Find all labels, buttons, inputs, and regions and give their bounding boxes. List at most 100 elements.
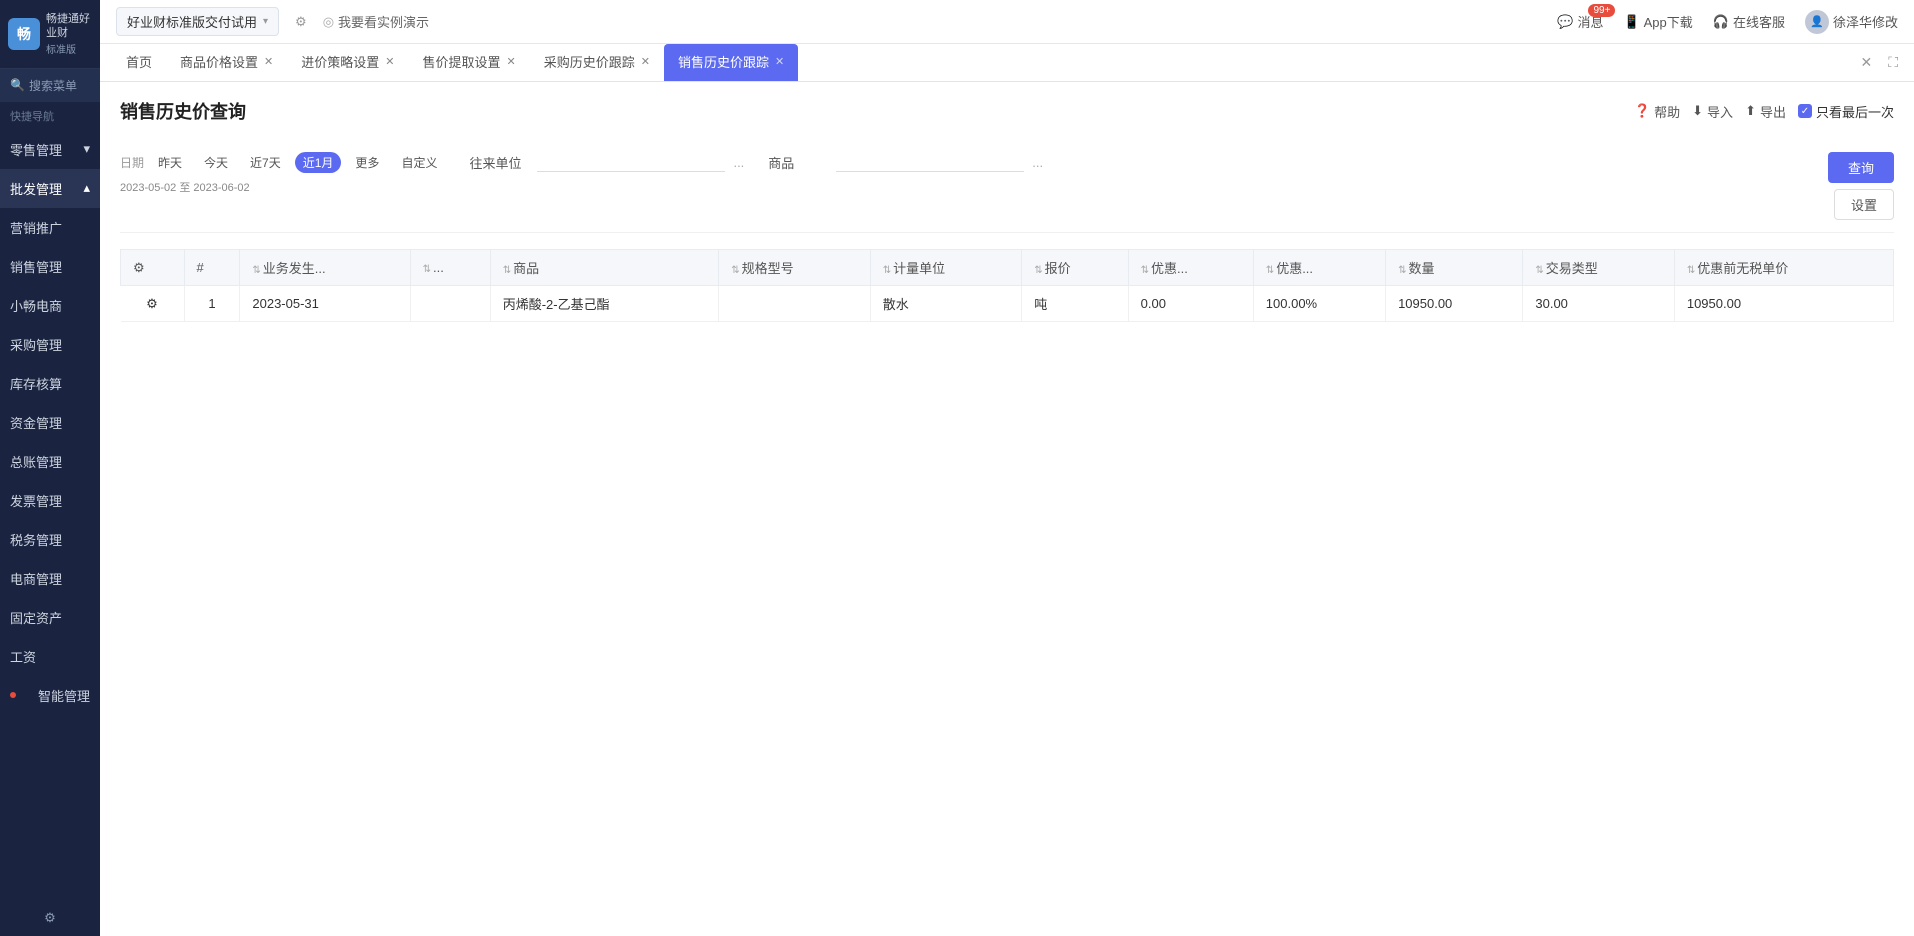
row-discount1: 0.00 [1128,286,1253,322]
col-pretax[interactable]: ⇅优惠前无税单价 [1674,250,1893,286]
table-header-row: ⚙ # ⇅业务发生... ⇅... ⇅商品 ⇅规格型号 ⇅计量单位 ⇅报价 ⇅优… [121,250,1894,286]
query-button[interactable]: 查询 [1828,152,1894,183]
sidebar-item-yingxiao[interactable]: 营销推广 [0,208,100,247]
date-last7-button[interactable]: 近7天 [242,152,289,173]
sidebar-item-zhineng[interactable]: 智能管理 [0,676,100,715]
col-date[interactable]: ⇅业务发生... [240,250,410,286]
page-header: 销售历史价查询 ❓ 帮助 ⬇ 导入 ⬆ 导出 ✓ 只看最后一次 [120,98,1894,124]
sidebar-item-shuiwu[interactable]: 税务管理 [0,520,100,559]
product-input[interactable] [836,152,1024,172]
date-custom-button[interactable]: 自定义 [393,152,445,173]
sidebar-item-xiaochang[interactable]: 小畅电商 [0,286,100,325]
demo-button[interactable]: ◎ 我要看实例演示 [323,12,429,31]
col-trade-type[interactable]: ⇅交易类型 [1523,250,1674,286]
only-last-label: 只看最后一次 [1816,102,1894,121]
data-table: ⚙ # ⇅业务发生... ⇅... ⇅商品 ⇅规格型号 ⇅计量单位 ⇅报价 ⇅优… [120,249,1894,322]
sidebar-item-lingshei[interactable]: 零售管理 ▾ [0,130,100,169]
import-icon: ⬇ [1692,103,1703,119]
topbar-right: 💬 消息 99+ 📱 App下载 🎧 在线客服 👤 徐泽华修改 [1557,10,1898,34]
sidebar-item-dianshang[interactable]: 电商管理 [0,559,100,598]
filter-actions: 查询 设置 [1828,152,1894,220]
product-dots-button[interactable]: ... [1032,155,1043,170]
col-price[interactable]: ⇅报价 [1022,250,1128,286]
close-icon[interactable]: ✕ [264,55,273,68]
col-unit[interactable]: ⇅计量单位 [870,250,1021,286]
col-product[interactable]: ⇅商品 [490,250,719,286]
content-area: 销售历史价查询 ❓ 帮助 ⬇ 导入 ⬆ 导出 ✓ 只看最后一次 [100,82,1914,936]
close-icon[interactable]: ✕ [775,55,784,68]
tab-home[interactable]: 首页 [112,44,166,82]
sidebar-item-fapiao[interactable]: 发票管理 [0,481,100,520]
tab-strategy[interactable]: 进价策略设置 ✕ [287,44,408,82]
messages-icon: 💬 [1557,14,1573,30]
sidebar-item-gudingzichan[interactable]: 固定资产 [0,598,100,637]
checkbox-icon: ✓ [1798,104,1812,118]
date-yesterday-button[interactable]: 昨天 [150,152,190,173]
col-discount1[interactable]: ⇅优惠... [1128,250,1253,286]
messages-badge: 99+ [1588,4,1615,17]
date-today-button[interactable]: 今天 [196,152,236,173]
col-gear[interactable]: ⚙ [121,250,185,286]
date-filter-group: 日期 昨天 今天 近7天 近1月 更多 自定义 2023-05-02 至 202… [120,152,445,195]
date-more-button[interactable]: 更多 [347,152,387,173]
window-controls: ✕ ⛶ [1856,52,1902,73]
sidebar-item-gongzi[interactable]: 工资 [0,637,100,676]
app-download-button[interactable]: 📱 App下载 [1623,12,1692,31]
tab-purchase-history[interactable]: 采购历史价跟踪 ✕ [530,44,664,82]
row-gear[interactable]: ⚙ [121,286,185,322]
sidebar-item-zijin[interactable]: 资金管理 [0,403,100,442]
tab-extract[interactable]: 售价提取设置 ✕ [408,44,529,82]
source-input[interactable] [537,152,725,172]
messages-button[interactable]: 💬 消息 99+ [1557,12,1603,31]
source-dots-button[interactable]: ... [733,155,744,170]
page-title: 销售历史价查询 [120,98,246,124]
sidebar-search[interactable]: 🔍 搜索菜单 [0,69,100,102]
service-label: 在线客服 [1733,12,1785,31]
export-icon: ⬆ [1745,103,1756,119]
tab-sales-history[interactable]: 销售历史价跟踪 ✕ [664,44,798,82]
date-range-text: 2023-05-02 至 2023-06-02 [120,179,445,195]
sidebar-item-kucun[interactable]: 库存核算 [0,364,100,403]
demo-label: 我要看实例演示 [338,12,429,31]
expand-window-button[interactable]: ⛶ [1884,52,1902,73]
date-last1m-button[interactable]: 近1月 [295,152,342,173]
source-label: 往来单位 [469,153,529,172]
sidebar-item-pifa[interactable]: 批发管理 ▴ [0,169,100,208]
logo-icon: 畅 [8,18,40,50]
col-qty[interactable]: ⇅数量 [1386,250,1523,286]
row-date: 2023-05-31 [240,286,410,322]
close-icon[interactable]: ✕ [507,55,516,68]
sidebar-item-zongzhang[interactable]: 总账管理 [0,442,100,481]
close-icon[interactable]: ✕ [641,55,650,68]
col-more[interactable]: ⇅... [410,250,490,286]
topbar-gear-button[interactable]: ⚙ [291,10,311,34]
version-text: 好业财标准版交付试用 [127,12,257,31]
tab-strategy-label: 进价策略设置 [301,52,379,71]
settings-button[interactable]: 设置 [1834,189,1894,220]
import-button[interactable]: ⬇ 导入 [1692,102,1733,121]
row-qty: 10950.00 [1386,286,1523,322]
row-num: 1 [184,286,240,322]
col-spec[interactable]: ⇅规格型号 [719,250,870,286]
row-trade-type: 30.00 [1523,286,1674,322]
close-window-button[interactable]: ✕ [1856,52,1876,73]
help-label: 帮助 [1654,102,1680,121]
export-button[interactable]: ⬆ 导出 [1745,102,1786,121]
close-icon[interactable]: ✕ [385,55,394,68]
only-last-checkbox[interactable]: ✓ 只看最后一次 [1798,102,1894,121]
tab-price[interactable]: 商品价格设置 ✕ [166,44,287,82]
export-label: 导出 [1760,102,1786,121]
source-filter-group: 往来单位 ... [469,152,744,172]
version-selector[interactable]: 好业财标准版交付试用 ▾ [116,7,279,36]
sidebar-item-caigou[interactable]: 采购管理 [0,325,100,364]
sidebar-gear-button[interactable]: ⚙ [0,900,100,936]
product-label: 商品 [768,153,828,172]
customer-service-button[interactable]: 🎧 在线客服 [1713,12,1785,31]
user-name: 徐泽华修改 [1833,12,1898,31]
row-product: 丙烯酸-2-乙基己酯 [490,286,719,322]
col-discount2[interactable]: ⇅优惠... [1253,250,1385,286]
user-menu[interactable]: 👤 徐泽华修改 [1805,10,1898,34]
help-button[interactable]: ❓ 帮助 [1634,102,1680,121]
sidebar-item-xiaoshou[interactable]: 销售管理 [0,247,100,286]
row-unit: 散水 [870,286,1021,322]
